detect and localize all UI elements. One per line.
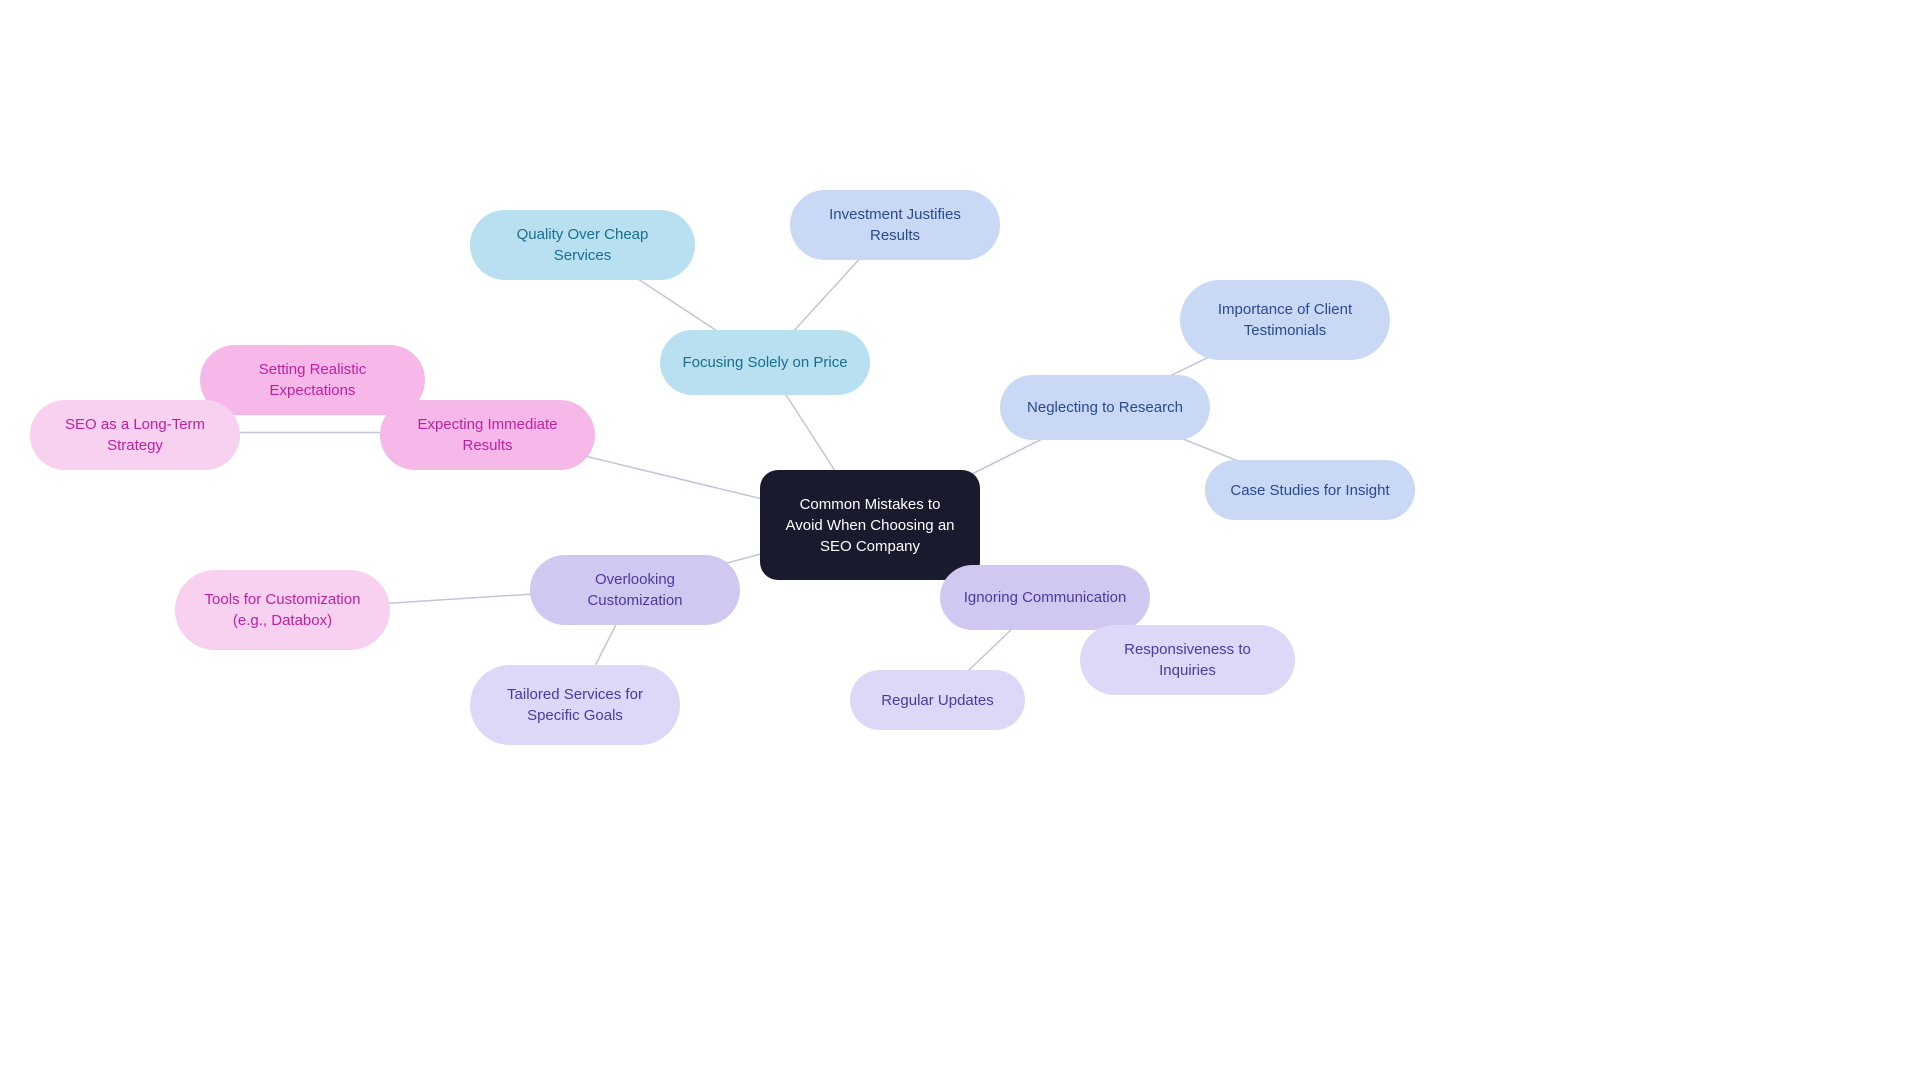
node-quality-cheap: Quality Over Cheap Services [470,210,695,280]
node-label-tools-customization: Tools for Customization (e.g., Databox) [197,589,368,631]
node-setting-realistic: Setting Realistic Expectations [200,345,425,415]
node-ignoring-communication: Ignoring Communication [940,565,1150,630]
node-case-studies: Case Studies for Insight [1205,460,1415,520]
node-label-ignoring-communication: Ignoring Communication [964,587,1127,608]
node-responsiveness: Responsiveness to Inquiries [1080,625,1295,695]
node-label-expecting-immediate: Expecting Immediate Results [402,414,573,456]
node-label-overlooking-customization: Overlooking Customization [552,569,718,611]
node-label-case-studies: Case Studies for Insight [1230,480,1389,501]
node-label-seo-longterm: SEO as a Long-Term Strategy [52,414,218,456]
node-label-quality-cheap: Quality Over Cheap Services [492,224,673,266]
node-investment-justifies: Investment Justifies Results [790,190,1000,260]
node-regular-updates: Regular Updates [850,670,1025,730]
node-label-regular-updates: Regular Updates [881,690,994,711]
node-focusing-price: Focusing Solely on Price [660,330,870,395]
node-label-importance-testimonials: Importance of Client Testimonials [1202,299,1368,341]
node-label-responsiveness: Responsiveness to Inquiries [1102,639,1273,681]
node-neglecting-research: Neglecting to Research [1000,375,1210,440]
node-center: Common Mistakes to Avoid When Choosing a… [760,470,980,580]
node-label-focusing-price: Focusing Solely on Price [682,352,847,373]
node-label-neglecting-research: Neglecting to Research [1027,397,1183,418]
node-label-investment-justifies: Investment Justifies Results [812,204,978,246]
node-expecting-immediate: Expecting Immediate Results [380,400,595,470]
node-seo-longterm: SEO as a Long-Term Strategy [30,400,240,470]
node-tools-customization: Tools for Customization (e.g., Databox) [175,570,390,650]
node-tailored-services: Tailored Services for Specific Goals [470,665,680,745]
node-importance-testimonials: Importance of Client Testimonials [1180,280,1390,360]
mindmap-container: Common Mistakes to Avoid When Choosing a… [0,0,1920,1083]
node-label-setting-realistic: Setting Realistic Expectations [222,359,403,401]
node-label-tailored-services: Tailored Services for Specific Goals [492,684,658,726]
node-overlooking-customization: Overlooking Customization [530,555,740,625]
node-center-label: Common Mistakes to Avoid When Choosing a… [782,494,958,557]
